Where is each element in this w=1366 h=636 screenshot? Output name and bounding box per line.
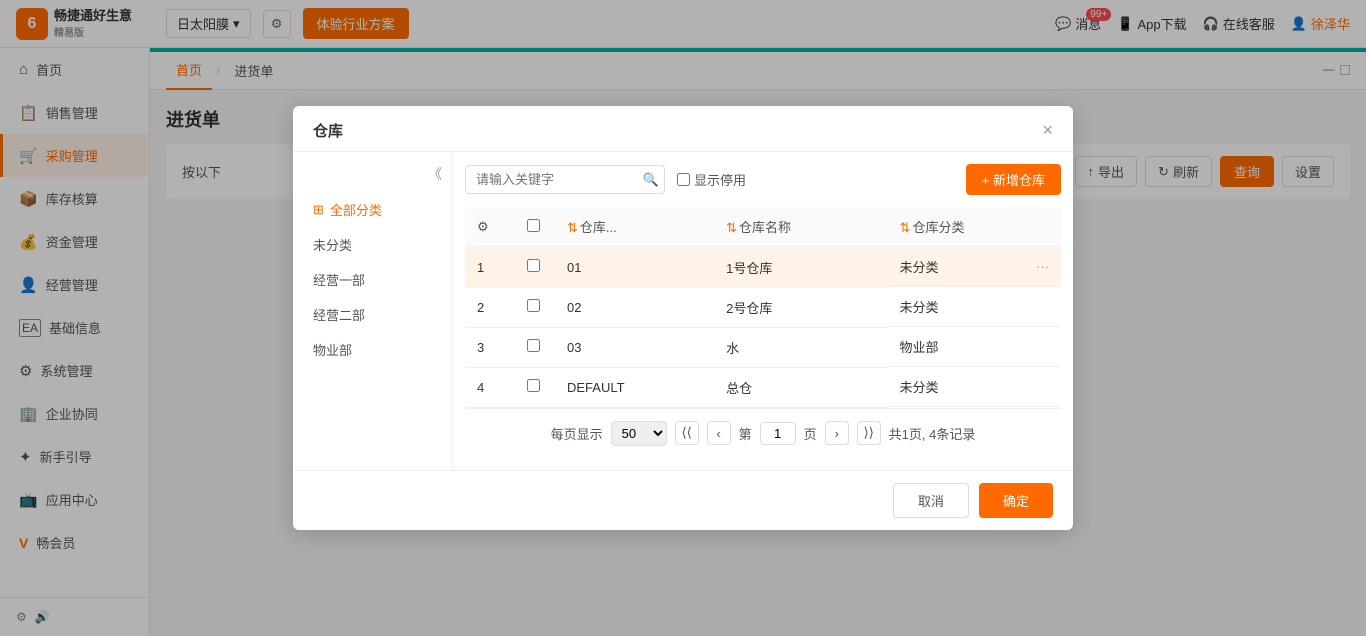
confirm-button[interactable]: 确定 — [979, 483, 1053, 518]
category-all-label: 全部分类 — [330, 200, 382, 219]
warehouse-table-wrap: ⚙ ⇅仓库... ⇅仓库名称 — [465, 207, 1061, 408]
row-more-icon[interactable]: ··· — [1036, 259, 1049, 274]
pagination: 每页显示 50 20 100 ⟨⟨ ‹ 第 页 › ⟩⟩ 共1页, 4条记录 — [465, 408, 1061, 458]
table-row[interactable]: 1 01 1号仓库 未分类··· — [465, 247, 1061, 288]
page-first-btn[interactable]: ⟨⟨ — [675, 421, 699, 445]
row-name: 1号仓库 — [714, 247, 887, 288]
col-settings: ⚙ — [465, 207, 515, 247]
page-prev-btn[interactable]: ‹ — [707, 421, 731, 445]
row-category: 未分类··· — [888, 247, 1061, 287]
page-label: 第 — [739, 424, 752, 443]
row-code: 03 — [555, 327, 714, 367]
table-row[interactable]: 3 03 水 物业部 — [465, 327, 1061, 367]
category-unclassified-label: 未分类 — [313, 235, 352, 254]
row-code: 02 — [555, 287, 714, 327]
row-name: 水 — [714, 327, 887, 367]
sort-icon: ⇅ — [567, 220, 578, 235]
row-name: 2号仓库 — [714, 287, 887, 327]
col-name: ⇅仓库名称 — [714, 207, 887, 247]
per-page-select[interactable]: 50 20 100 — [611, 421, 667, 446]
row-category: 物业部 — [888, 327, 1061, 367]
category-unclassified[interactable]: 未分类 — [293, 227, 452, 262]
search-input-wrap: 🔍 — [465, 165, 665, 194]
row-code: 01 — [555, 247, 714, 288]
category-panel: 《 ⊞ 全部分类 未分类 经营一部 经营二部 物业部 — [293, 152, 453, 470]
new-warehouse-button[interactable]: + 新增仓库 — [966, 164, 1061, 195]
category-property-label: 物业部 — [313, 340, 352, 359]
row-num: 3 — [465, 327, 515, 367]
category-operations2[interactable]: 经营二部 — [293, 297, 452, 332]
search-icon[interactable]: 🔍 — [643, 172, 659, 188]
sort-icon2: ⇅ — [726, 220, 737, 235]
search-bar: 🔍 显示停用 + 新增仓库 — [465, 164, 1061, 195]
warehouse-panel: 🔍 显示停用 + 新增仓库 ⚙ — [453, 152, 1073, 470]
page-last-btn[interactable]: ⟩⟩ — [857, 421, 881, 445]
cancel-button[interactable]: 取消 — [893, 483, 969, 518]
search-input[interactable] — [465, 165, 665, 194]
warehouse-dialog: 仓库 × 《 ⊞ 全部分类 未分类 经营一部 经营二部 — [293, 106, 1073, 530]
settings-col-icon: ⚙ — [477, 219, 489, 234]
category-all[interactable]: ⊞ 全部分类 — [293, 192, 452, 227]
category-operations1[interactable]: 经营一部 — [293, 262, 452, 297]
row-check[interactable] — [515, 327, 555, 367]
page-number-input[interactable] — [760, 422, 796, 445]
row-check[interactable] — [515, 247, 555, 288]
row-code: DEFAULT — [555, 367, 714, 407]
table-row[interactable]: 4 DEFAULT 总仓 未分类 — [465, 367, 1061, 407]
sort-icon3: ⇅ — [900, 220, 911, 235]
show-disabled-label[interactable]: 显示停用 — [677, 170, 746, 189]
row-category: 未分类 — [888, 367, 1061, 407]
col-code: ⇅仓库... — [555, 207, 714, 247]
row-num: 4 — [465, 367, 515, 407]
col-checkbox — [515, 207, 555, 247]
select-all-checkbox[interactable] — [527, 219, 540, 232]
dialog-close-button[interactable]: × — [1042, 120, 1053, 141]
table-row[interactable]: 2 02 2号仓库 未分类 — [465, 287, 1061, 327]
collapse-button[interactable]: 《 — [293, 164, 452, 192]
category-property[interactable]: 物业部 — [293, 332, 452, 367]
col-category: ⇅仓库分类 — [888, 207, 1061, 247]
row-check[interactable] — [515, 367, 555, 407]
warehouse-table: ⚙ ⇅仓库... ⇅仓库名称 — [465, 207, 1061, 408]
modal-overlay[interactable]: 仓库 × 《 ⊞ 全部分类 未分类 经营一部 经营二部 — [0, 0, 1366, 636]
row-category: 未分类 — [888, 287, 1061, 327]
per-page-label: 每页显示 — [551, 424, 603, 443]
dialog-header: 仓库 × — [293, 106, 1073, 152]
grid-icon: ⊞ — [313, 202, 324, 218]
row-num: 1 — [465, 247, 515, 288]
page-label2: 页 — [804, 424, 817, 443]
page-next-btn[interactable]: › — [825, 421, 849, 445]
total-info: 共1页, 4条记录 — [889, 424, 976, 443]
row-name: 总仓 — [714, 367, 887, 407]
show-disabled-checkbox[interactable] — [677, 173, 690, 186]
dialog-title: 仓库 — [313, 120, 343, 141]
row-num: 2 — [465, 287, 515, 327]
row-check[interactable] — [515, 287, 555, 327]
category-operations2-label: 经营二部 — [313, 305, 365, 324]
category-operations1-label: 经营一部 — [313, 270, 365, 289]
dialog-footer: 取消 确定 — [293, 470, 1073, 530]
dialog-body: 《 ⊞ 全部分类 未分类 经营一部 经营二部 物业部 — [293, 152, 1073, 470]
